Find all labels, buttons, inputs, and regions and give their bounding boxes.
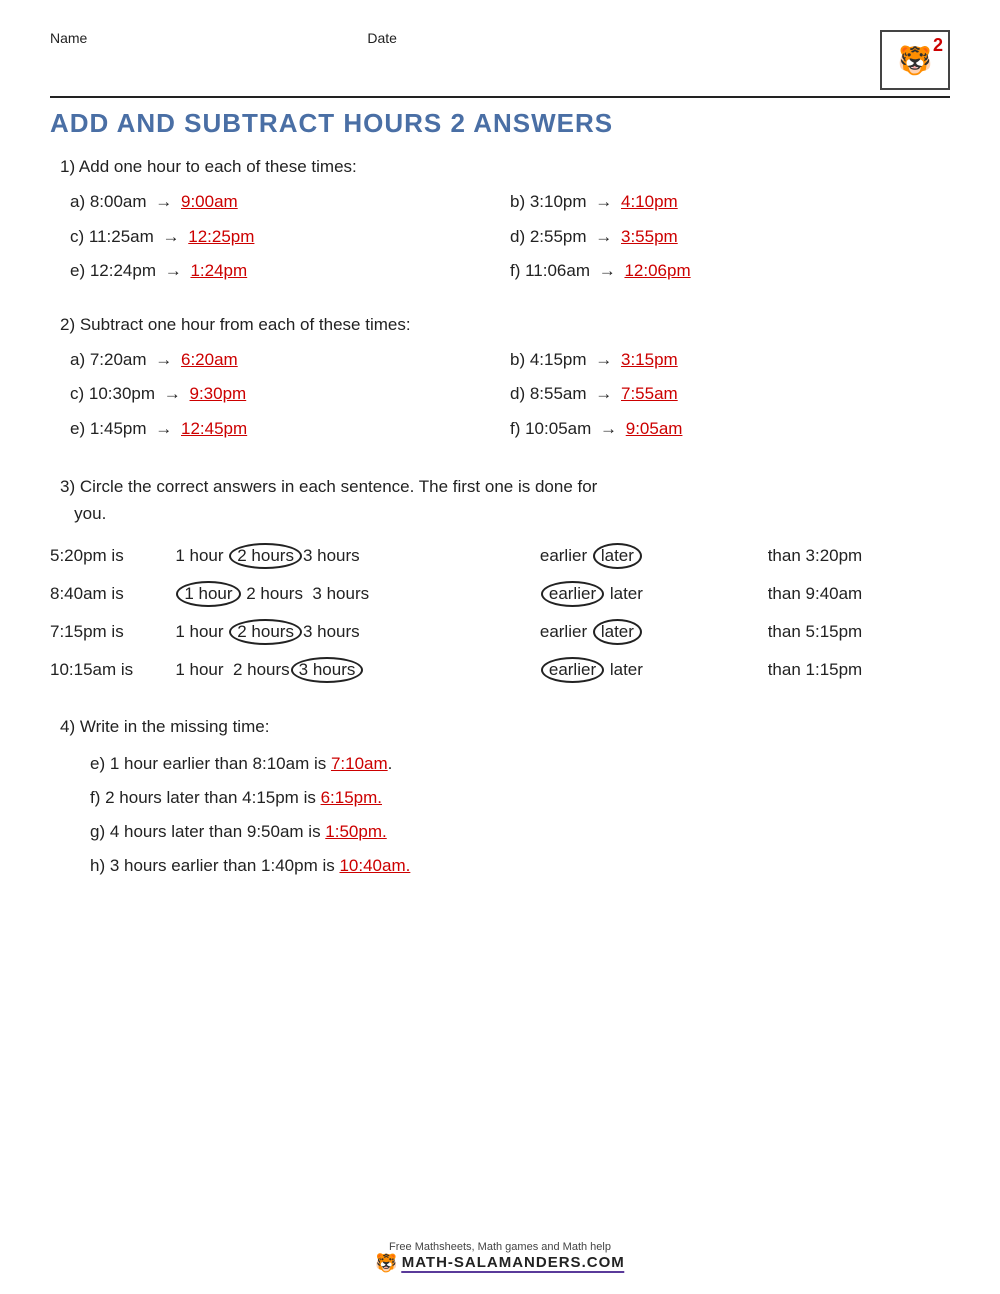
opt1: 1 hour — [175, 546, 223, 565]
options-cell: 1 hour 2 hours3 hours — [175, 613, 540, 651]
section2: 2) Subtract one hour from each of these … — [50, 315, 950, 445]
name-label: Name — [50, 30, 87, 46]
opt1: 1 hour — [175, 622, 223, 641]
section3: 3) Circle the correct answers in each se… — [50, 473, 950, 689]
time-cell: 5:20pm is — [50, 537, 175, 575]
s2-ans-b: 3:15pm — [621, 350, 678, 369]
s1-row-f: f) 11:06am → 12:06pm — [510, 256, 950, 287]
s2-row-c: c) 10:30pm → 9:30pm — [70, 379, 510, 410]
section4-list: e) 1 hour earlier than 8:10am is 7:10am.… — [70, 747, 950, 883]
s1-row-c: c) 11:25am → 12:25pm — [70, 222, 510, 253]
s4-item-g: g) 4 hours later than 9:50am is 1:50pm. — [90, 815, 950, 849]
section2-grid: a) 7:20am → 6:20am b) 4:15pm → 3:15pm c)… — [70, 345, 950, 445]
logo-num: 2 — [933, 35, 943, 56]
s1-row-a: a) 8:00am → 9:00am — [70, 187, 510, 218]
opt3: 3 hours — [303, 622, 360, 641]
opt3: 3 hours — [303, 546, 360, 565]
opt2: 2 hours — [246, 584, 303, 603]
date-label: Date — [367, 30, 397, 46]
rel1-circled: earlier — [541, 657, 604, 683]
s4-item-h: h) 3 hours earlier than 1:40pm is 10:40a… — [90, 849, 950, 883]
s2-row-e: e) 1:45pm → 12:45pm — [70, 414, 510, 445]
s1-row-d: d) 2:55pm → 3:55pm — [510, 222, 950, 253]
page-title: ADD AND SUBTRACT HOURS 2 ANSWERS — [50, 108, 950, 139]
s2-row-a: a) 7:20am → 6:20am — [70, 345, 510, 376]
section4: 4) Write in the missing time: e) 1 hour … — [50, 717, 950, 883]
rel1: earlier — [540, 622, 587, 641]
rel2-circled: later — [593, 619, 642, 645]
result-cell: than 3:20pm — [768, 537, 950, 575]
section3-table: 5:20pm is 1 hour 2 hours3 hours earlier … — [50, 537, 950, 689]
options-cell: 1 hour 2 hours3 hours — [175, 537, 540, 575]
table-row: 7:15pm is 1 hour 2 hours3 hours earlier … — [50, 613, 950, 651]
time-cell: 10:15am is — [50, 651, 175, 689]
time-cell: 8:40am is — [50, 575, 175, 613]
time-cell: 7:15pm is — [50, 613, 175, 651]
table-row: 10:15am is 1 hour 2 hours3 hours earlier… — [50, 651, 950, 689]
s2-row-f: f) 10:05am → 9:05am — [510, 414, 950, 445]
s2-ans-c: 9:30pm — [190, 384, 247, 403]
s1-ans-d: 3:55pm — [621, 227, 678, 246]
s2-ans-f: 9:05am — [626, 419, 683, 438]
options-cell: 1 hour 2 hours 3 hours — [175, 575, 540, 613]
s4-ans-h: 10:40am. — [339, 856, 410, 875]
rel-cell: earlier later — [540, 537, 768, 575]
top-bar: Name Date 2 🐯 — [50, 30, 950, 98]
rel-cell: earlier later — [540, 651, 768, 689]
rel2: later — [610, 660, 643, 679]
s4-item-e: e) 1 hour earlier than 8:10am is 7:10am. — [90, 747, 950, 781]
logo-box: 2 🐯 — [880, 30, 950, 90]
result-cell: than 9:40am — [768, 575, 950, 613]
s4-ans-e: 7:10am — [331, 754, 388, 773]
footer-brand-text: ATH-SALAMANDERS.COM — [415, 1254, 625, 1271]
rel-cell: earlier later — [540, 613, 768, 651]
s2-row-d: d) 8:55am → 7:55am — [510, 379, 950, 410]
opt3: 3 hours — [312, 584, 369, 603]
opt2-circled: 2 hours — [229, 619, 302, 645]
result-cell: than 1:15pm — [768, 651, 950, 689]
rel1-circled: earlier — [541, 581, 604, 607]
footer-math-icon: 🐯 — [375, 1253, 397, 1274]
s2-ans-d: 7:55am — [621, 384, 678, 403]
s1-ans-e: 1:24pm — [190, 261, 247, 280]
s1-ans-f: 12:06pm — [624, 261, 690, 280]
section4-heading: 4) Write in the missing time: — [60, 717, 950, 737]
rel2-circled: later — [593, 543, 642, 569]
opt2-circled: 2 hours — [229, 543, 302, 569]
rel2: later — [610, 584, 643, 603]
s1-row-b: b) 3:10pm → 4:10pm — [510, 187, 950, 218]
s4-ans-g: 1:50pm. — [325, 822, 386, 841]
s1-row-e: e) 12:24pm → 1:24pm — [70, 256, 510, 287]
footer-tagline: Free Mathsheets, Math games and Math hel… — [389, 1241, 611, 1253]
s2-ans-e: 12:45pm — [181, 419, 247, 438]
section1-grid: a) 8:00am → 9:00am b) 3:10pm → 4:10pm c)… — [70, 187, 950, 287]
opt1: 1 hour — [175, 660, 223, 679]
opt3-circled: 3 hours — [291, 657, 364, 683]
table-row: 5:20pm is 1 hour 2 hours3 hours earlier … — [50, 537, 950, 575]
s2-ans-a: 6:20am — [181, 350, 238, 369]
opt2: 2 hours — [233, 660, 290, 679]
table-row: 8:40am is 1 hour 2 hours 3 hours earlier… — [50, 575, 950, 613]
rel1: earlier — [540, 546, 587, 565]
section1: 1) Add one hour to each of these times: … — [50, 157, 950, 287]
opt1-circled: 1 hour — [176, 581, 240, 607]
footer-brand: MATH-SALAMANDERS.COM — [402, 1254, 625, 1273]
section1-heading: 1) Add one hour to each of these times: — [60, 157, 950, 177]
rel-cell: earlier later — [540, 575, 768, 613]
section3-heading: 3) Circle the correct answers in each se… — [60, 473, 950, 527]
s4-ans-f: 6:15pm. — [321, 788, 382, 807]
s1-ans-a: 9:00am — [181, 192, 238, 211]
s4-item-f: f) 2 hours later than 4:15pm is 6:15pm. — [90, 781, 950, 815]
footer-logo: Free Mathsheets, Math games and Math hel… — [375, 1241, 624, 1274]
s1-ans-c: 12:25pm — [188, 227, 254, 246]
name-date-labels: Name Date — [50, 30, 397, 46]
footer: Free Mathsheets, Math games and Math hel… — [375, 1241, 624, 1274]
s2-row-b: b) 4:15pm → 3:15pm — [510, 345, 950, 376]
section2-heading: 2) Subtract one hour from each of these … — [60, 315, 950, 335]
logo-icon: 🐯 — [898, 44, 933, 77]
s1-ans-b: 4:10pm — [621, 192, 678, 211]
result-cell: than 5:15pm — [768, 613, 950, 651]
options-cell: 1 hour 2 hours3 hours — [175, 651, 540, 689]
